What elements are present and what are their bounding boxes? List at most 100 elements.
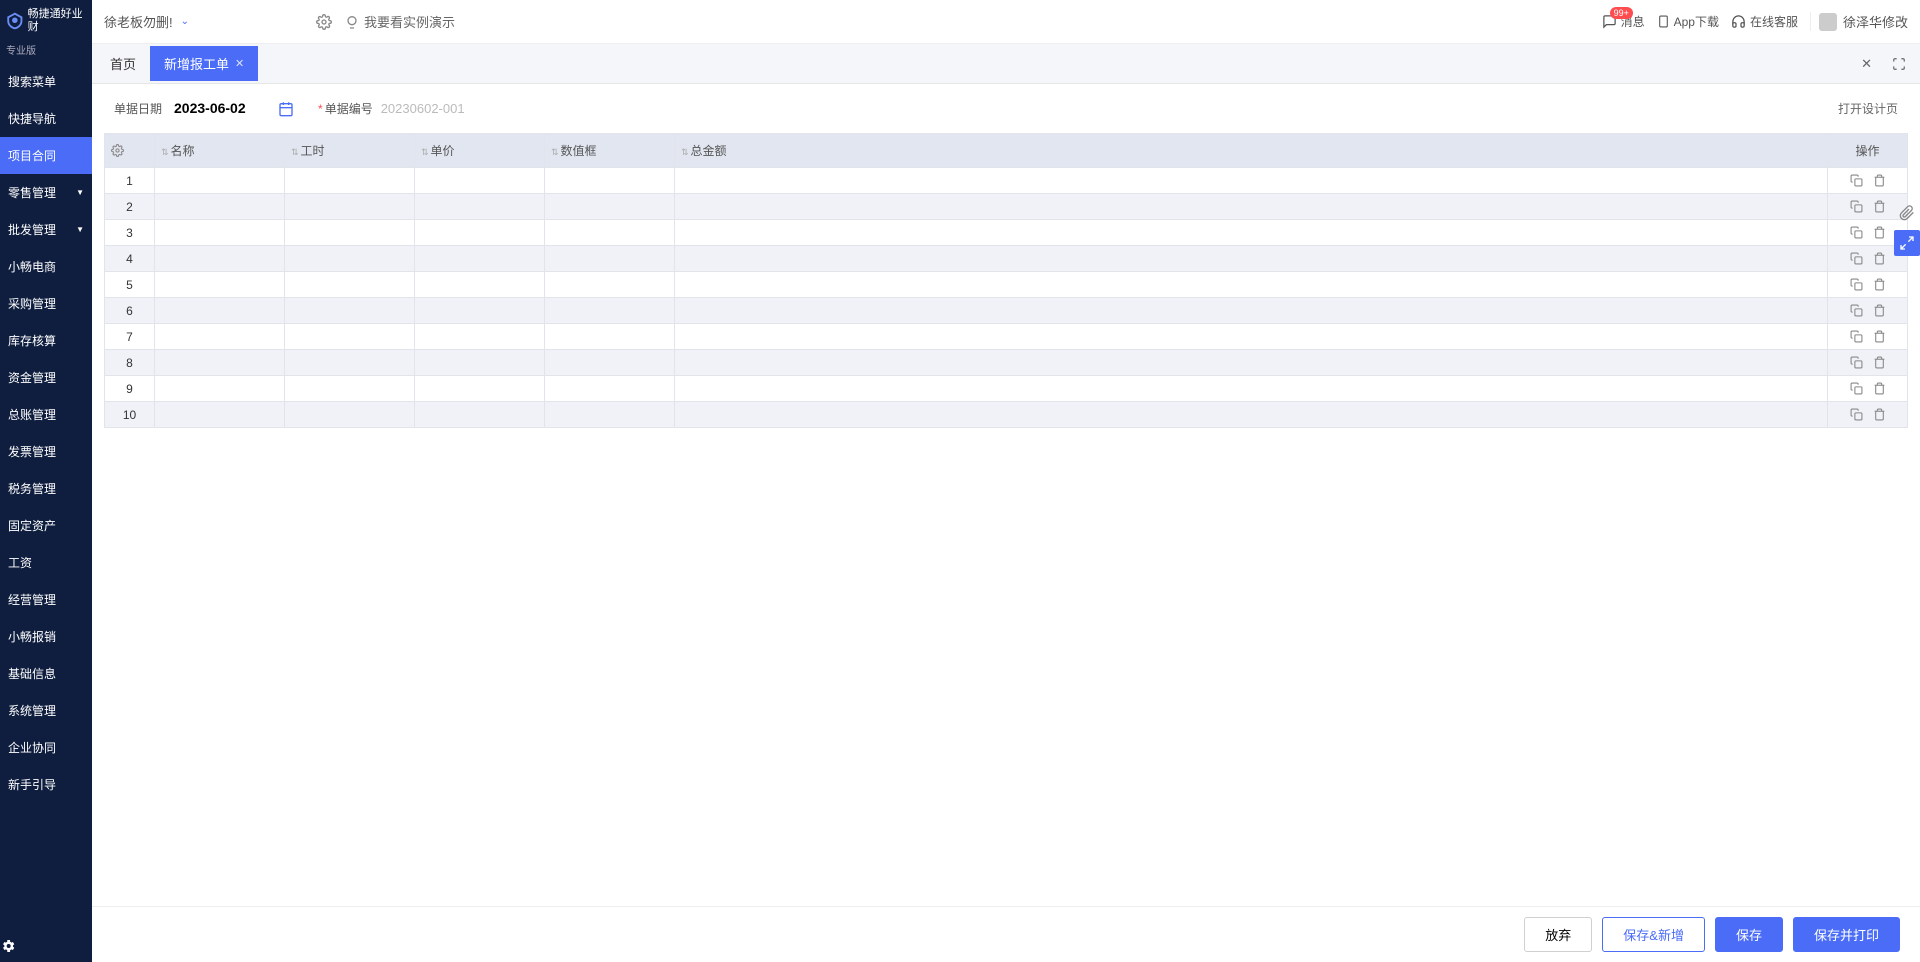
delete-row-icon[interactable]: [1873, 356, 1886, 369]
copy-row-icon[interactable]: [1850, 252, 1863, 265]
delete-row-icon[interactable]: [1873, 304, 1886, 317]
cell-price[interactable]: [415, 324, 545, 350]
expand-icon[interactable]: [1894, 230, 1920, 256]
cell-numbox[interactable]: [545, 350, 675, 376]
copy-row-icon[interactable]: [1850, 278, 1863, 291]
copy-row-icon[interactable]: [1850, 408, 1863, 421]
cell-price[interactable]: [415, 402, 545, 428]
copy-row-icon[interactable]: [1850, 382, 1863, 395]
cell-total[interactable]: [675, 220, 1828, 246]
cell-numbox[interactable]: [545, 194, 675, 220]
sidebar-item-4[interactable]: 批发管理▼: [0, 211, 92, 248]
cell-price[interactable]: [415, 246, 545, 272]
header-hours[interactable]: ⇅工时: [285, 134, 415, 168]
cell-total[interactable]: [675, 402, 1828, 428]
save-print-button[interactable]: 保存并打印: [1793, 917, 1900, 952]
cell-hours[interactable]: [285, 350, 415, 376]
attachment-icon[interactable]: [1894, 200, 1920, 226]
cell-numbox[interactable]: [545, 168, 675, 194]
demo-link[interactable]: 我要看实例演示: [344, 12, 455, 31]
sidebar-item-3[interactable]: 零售管理▼: [0, 174, 92, 211]
customer-service-button[interactable]: 在线客服: [1731, 13, 1798, 30]
cell-price[interactable]: [415, 194, 545, 220]
cell-hours[interactable]: [285, 324, 415, 350]
sidebar-item-16[interactable]: 基础信息: [0, 655, 92, 692]
cell-name[interactable]: [155, 272, 285, 298]
close-all-tabs-icon[interactable]: ✕: [1851, 56, 1882, 72]
cell-total[interactable]: [675, 324, 1828, 350]
cell-numbox[interactable]: [545, 376, 675, 402]
cell-hours[interactable]: [285, 194, 415, 220]
copy-row-icon[interactable]: [1850, 174, 1863, 187]
cell-name[interactable]: [155, 168, 285, 194]
table-row[interactable]: 9: [105, 376, 1908, 402]
table-row[interactable]: 2: [105, 194, 1908, 220]
table-row[interactable]: 8: [105, 350, 1908, 376]
cell-hours[interactable]: [285, 168, 415, 194]
cell-hours[interactable]: [285, 272, 415, 298]
cell-hours[interactable]: [285, 402, 415, 428]
header-settings[interactable]: [105, 134, 155, 168]
table-row[interactable]: 3: [105, 220, 1908, 246]
delete-row-icon[interactable]: [1873, 226, 1886, 239]
settings-icon[interactable]: [0, 938, 92, 954]
cell-hours[interactable]: [285, 246, 415, 272]
sidebar-item-1[interactable]: 快捷导航: [0, 100, 92, 137]
cell-numbox[interactable]: [545, 272, 675, 298]
open-design-link[interactable]: 打开设计页: [1838, 100, 1898, 117]
cell-price[interactable]: [415, 350, 545, 376]
cell-numbox[interactable]: [545, 402, 675, 428]
delete-row-icon[interactable]: [1873, 200, 1886, 213]
cell-hours[interactable]: [285, 220, 415, 246]
cell-total[interactable]: [675, 246, 1828, 272]
cell-hours[interactable]: [285, 376, 415, 402]
tab-0[interactable]: 首页: [96, 46, 150, 81]
cell-numbox[interactable]: [545, 246, 675, 272]
cell-name[interactable]: [155, 402, 285, 428]
sidebar-item-8[interactable]: 资金管理: [0, 359, 92, 396]
copy-row-icon[interactable]: [1850, 356, 1863, 369]
cell-name[interactable]: [155, 220, 285, 246]
table-row[interactable]: 10: [105, 402, 1908, 428]
cell-name[interactable]: [155, 194, 285, 220]
sidebar-item-14[interactable]: 经营管理: [0, 581, 92, 618]
cell-total[interactable]: [675, 350, 1828, 376]
sidebar-item-18[interactable]: 企业协同: [0, 729, 92, 766]
table-row[interactable]: 4: [105, 246, 1908, 272]
cell-price[interactable]: [415, 298, 545, 324]
sidebar-item-2[interactable]: 项目合同: [0, 137, 92, 174]
tab-close-icon[interactable]: ✕: [235, 57, 244, 70]
sidebar-item-10[interactable]: 发票管理: [0, 433, 92, 470]
header-numbox[interactable]: ⇅数值框: [545, 134, 675, 168]
delete-row-icon[interactable]: [1873, 330, 1886, 343]
delete-row-icon[interactable]: [1873, 382, 1886, 395]
sidebar-item-0[interactable]: 搜索菜单: [0, 63, 92, 100]
sidebar-item-5[interactable]: 小畅电商: [0, 248, 92, 285]
cell-numbox[interactable]: [545, 220, 675, 246]
date-input[interactable]: [170, 98, 270, 119]
cell-name[interactable]: [155, 246, 285, 272]
delete-row-icon[interactable]: [1873, 278, 1886, 291]
sidebar-item-9[interactable]: 总账管理: [0, 396, 92, 433]
sidebar-item-6[interactable]: 采购管理: [0, 285, 92, 322]
sidebar-item-11[interactable]: 税务管理: [0, 470, 92, 507]
cell-total[interactable]: [675, 298, 1828, 324]
cell-name[interactable]: [155, 298, 285, 324]
copy-row-icon[interactable]: [1850, 226, 1863, 239]
table-row[interactable]: 6: [105, 298, 1908, 324]
cell-price[interactable]: [415, 272, 545, 298]
discard-button[interactable]: 放弃: [1524, 917, 1592, 952]
cell-total[interactable]: [675, 168, 1828, 194]
tab-1[interactable]: 新增报工单✕: [150, 46, 258, 81]
header-name[interactable]: ⇅名称: [155, 134, 285, 168]
delete-row-icon[interactable]: [1873, 174, 1886, 187]
cell-hours[interactable]: [285, 298, 415, 324]
header-total[interactable]: ⇅总金额: [675, 134, 1828, 168]
calendar-icon[interactable]: [278, 101, 294, 117]
cell-name[interactable]: [155, 376, 285, 402]
table-row[interactable]: 5: [105, 272, 1908, 298]
cell-price[interactable]: [415, 168, 545, 194]
cell-total[interactable]: [675, 376, 1828, 402]
save-button[interactable]: 保存: [1715, 917, 1783, 952]
table-row[interactable]: 7: [105, 324, 1908, 350]
